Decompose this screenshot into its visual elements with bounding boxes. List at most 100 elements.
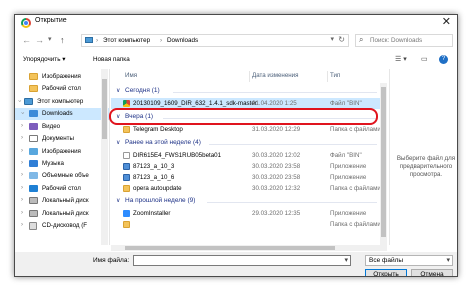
file-type: Приложение — [330, 210, 367, 217]
sidebar-item-3d-objects[interactable]: › Объемные объе — [15, 170, 109, 182]
file-name: opera autoupdate — [133, 185, 182, 192]
chevron-down-icon[interactable]: ∨ — [116, 87, 120, 94]
sidebar-item-documents[interactable]: › Документы — [15, 133, 109, 145]
view-options-icon[interactable]: ☰ ▾ — [395, 55, 407, 63]
breadcrumb-this-pc[interactable]: Этот компьютер — [103, 37, 150, 44]
sidebar-item-downloads[interactable]: › Downloads — [15, 108, 109, 120]
back-arrow-icon[interactable]: ← — [22, 33, 31, 47]
group-header-earlier-this-week[interactable]: ∨ Ранее на этой неделе (4) — [111, 138, 381, 149]
address-bar[interactable]: › Этот компьютер › Downloads ▾ ↻ — [81, 34, 349, 47]
column-header-name[interactable]: Имя — [125, 72, 137, 79]
file-name: 20130109_1609_DIR_632_1.4.1_sdk-master — [133, 100, 257, 107]
chevron-right-icon[interactable]: › — [21, 197, 23, 203]
column-header-date[interactable]: Дата изменения — [252, 72, 299, 79]
file-type: Папка с файлами — [330, 185, 381, 192]
sidebar-item-music[interactable]: › Музыка — [15, 158, 109, 170]
preview-pane-icon[interactable]: ▭ — [421, 55, 428, 63]
file-type: Папка с файлами — [330, 126, 381, 133]
cancel-button[interactable]: Отмена — [411, 269, 453, 276]
chevron-down-icon: ▾ — [446, 257, 450, 264]
horizontal-scrollbar-thumb[interactable] — [125, 246, 335, 250]
file-row[interactable]: DIR615E4_FWS1RUB05beta01 30.03.2020 12:0… — [111, 150, 381, 161]
column-header-type[interactable]: Тип — [330, 72, 340, 79]
chevron-down-icon[interactable]: › — [19, 112, 25, 114]
sidebar-item-desktop-quick[interactable]: Рабочий стол — [15, 83, 109, 95]
chevron-down-icon[interactable]: › — [16, 100, 22, 102]
open-button[interactable]: Открыть — [365, 269, 407, 276]
sidebar-scrollbar[interactable] — [101, 69, 108, 245]
file-type: Файл "BIN" — [330, 152, 362, 159]
sidebar-item-cd-drive[interactable]: › CD-дисковод (F — [15, 220, 109, 232]
group-label: На прошлой неделе (9) — [125, 197, 196, 204]
file-date: 29.03.2020 12:35 — [252, 210, 301, 217]
bin-file-icon — [123, 152, 130, 159]
title-bar: Открытие ✕ — [15, 15, 457, 31]
chevron-down-icon[interactable]: ∨ — [116, 113, 120, 120]
command-toolbar: Упорядочить ▾ Новая папка ☰ ▾ ▭ ? — [15, 52, 457, 68]
disk-icon — [29, 197, 38, 204]
sidebar-item-local-disk-1[interactable]: › Локальный диск — [15, 195, 109, 207]
file-type-value: Все файлы — [369, 257, 404, 264]
file-list-horizontal-scrollbar[interactable] — [111, 245, 387, 251]
breadcrumb-downloads[interactable]: Downloads — [167, 37, 198, 44]
sidebar-item-images-quick[interactable]: Изображения — [15, 71, 109, 83]
sidebar-scrollbar-thumb[interactable] — [102, 79, 107, 139]
chevron-right-icon[interactable]: › — [21, 222, 23, 228]
file-name: Telegram Desktop — [133, 126, 183, 133]
chevron-down-icon[interactable]: ∨ — [116, 197, 120, 204]
chevron-right-icon[interactable]: › — [21, 185, 23, 191]
group-header-yesterday[interactable]: ∨ Вчера (1) — [111, 112, 381, 123]
chevron-right-icon[interactable]: › — [21, 160, 23, 166]
up-arrow-icon[interactable]: ↑ — [60, 33, 65, 47]
forward-arrow-icon[interactable]: → — [35, 33, 44, 47]
sidebar-item-label: Объемные объе — [42, 172, 89, 179]
file-row[interactable]: 20130109_1609_DIR_632_1.4.1_sdk-master 0… — [111, 98, 381, 109]
file-row[interactable]: 87123_a_10_3 30.03.2020 23:58 Приложение — [111, 161, 381, 172]
close-icon[interactable]: ✕ — [442, 15, 451, 29]
sidebar-item-label: Локальный диск — [42, 197, 89, 204]
filename-input[interactable]: ▾ — [133, 255, 351, 266]
address-dropdown-icon[interactable]: ▾ — [330, 35, 334, 43]
chevron-right-icon[interactable]: › — [21, 135, 23, 141]
refresh-icon[interactable]: ↻ — [338, 35, 345, 44]
chevron-right-icon[interactable]: › — [21, 210, 23, 216]
sidebar-item-pictures[interactable]: › Изображения — [15, 146, 109, 158]
sidebar-item-videos[interactable]: › Видео — [15, 121, 109, 133]
sidebar-item-desktop[interactable]: › Рабочий стол — [15, 183, 109, 195]
chevron-right-icon[interactable]: › — [21, 123, 23, 129]
new-folder-button[interactable]: Новая папка — [93, 56, 130, 63]
file-list-scrollbar[interactable] — [380, 83, 387, 245]
sidebar-item-local-disk-2[interactable]: › Локальный диск — [15, 208, 109, 220]
file-type-select[interactable]: Все файлы ▾ — [365, 255, 453, 266]
sidebar-item-label: CD-дисковод (F — [42, 222, 88, 229]
group-label: Сегодня (1) — [125, 87, 160, 94]
group-header-today[interactable]: ∨ Сегодня (1) — [111, 86, 381, 97]
group-header-last-week[interactable]: ∨ На прошлой неделе (9) — [111, 196, 381, 207]
group-label: Вчера (1) — [125, 113, 154, 120]
file-row[interactable]: ZoomInstaller 29.03.2020 12:35 Приложени… — [111, 208, 381, 219]
chevron-right-icon[interactable]: › — [21, 148, 23, 154]
recent-locations-chevron-icon[interactable]: ▾ — [48, 33, 52, 47]
downloads-icon — [29, 110, 38, 117]
column-divider[interactable] — [249, 71, 250, 82]
group-divider — [209, 144, 377, 145]
file-row[interactable]: 87123_a_10_6 30.03.2020 23:58 Приложение — [111, 172, 381, 183]
file-list-scrollbar-thumb[interactable] — [381, 87, 386, 237]
help-icon[interactable]: ? — [439, 55, 448, 64]
sidebar-item-label: Локальный диск — [42, 210, 89, 217]
search-box[interactable]: ⌕ Поиск: Downloads — [355, 34, 453, 47]
chevron-right-icon[interactable]: › — [21, 172, 23, 178]
file-date: 30.03.2020 23:58 — [252, 174, 301, 181]
file-row[interactable]: Telegram Desktop 31.03.2020 12:29 Папка … — [111, 124, 381, 135]
file-row[interactable]: opera autoupdate 30.03.2020 12:32 Папка … — [111, 183, 381, 194]
desktop-icon — [29, 185, 38, 192]
column-divider[interactable] — [327, 71, 328, 82]
exe-icon — [123, 174, 130, 181]
organize-menu-button[interactable]: Упорядочить ▾ — [23, 56, 65, 63]
sidebar-item-this-pc[interactable]: › Этот компьютер — [15, 96, 109, 108]
group-divider — [207, 202, 377, 203]
chevron-down-icon[interactable]: ▾ — [344, 256, 348, 264]
file-row[interactable]: Папка с файлами — [111, 219, 381, 230]
sidebar-item-label: Музыка — [42, 160, 64, 167]
chevron-down-icon[interactable]: ∨ — [116, 139, 120, 146]
